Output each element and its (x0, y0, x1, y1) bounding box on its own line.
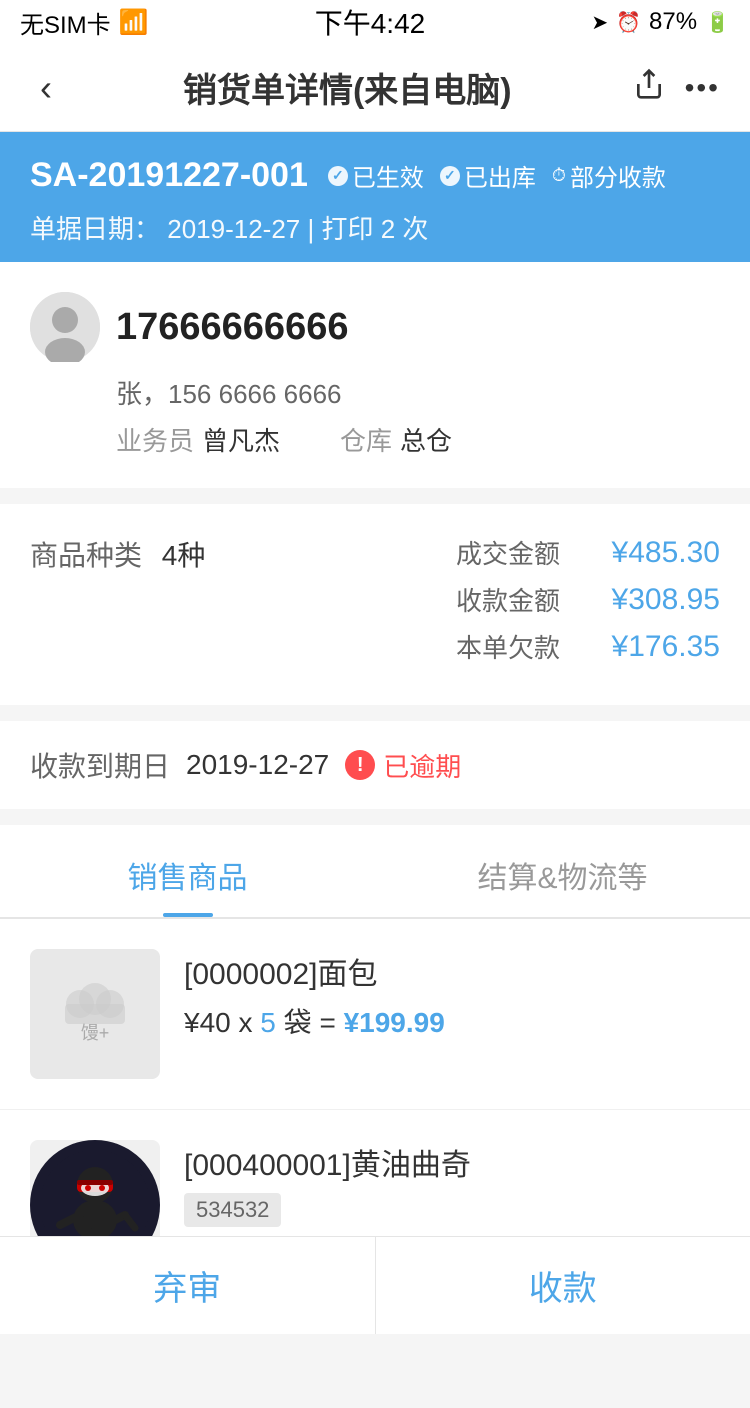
due-label: 收款到期日 (30, 745, 170, 785)
tab-settlement[interactable]: 结算&物流等 (375, 825, 750, 917)
status-bar: 无SIM卡 📶 下午4:42 ➤ ⏰ 87% 🔋 (0, 0, 750, 44)
svg-text:馒+: 馒+ (81, 1023, 110, 1043)
tag-partial-payment: ⏱ 部分收款 (552, 158, 666, 193)
tag-shipped: ✓ 已出库 (440, 158, 536, 193)
product-price-bread: ¥40 x 5 袋 = ¥199.99 (184, 1001, 720, 1041)
alarm-icon: ⏰ (616, 10, 641, 35)
tabs-section: 销售商品 结算&物流等 (0, 825, 750, 919)
product-name-bread: [0000002]面包 (184, 949, 720, 993)
product-info-bread: [0000002]面包 ¥40 x 5 袋 = ¥199.99 (184, 949, 720, 1041)
status-time: 下午4:42 (315, 2, 426, 42)
product-tag-cookie: 534532 (184, 1193, 281, 1227)
tag-effective: ✓ 已生效 (328, 158, 424, 193)
received-amount: ¥308.95 (580, 583, 720, 617)
customer-info: 业务员 曾凡杰 仓库 总仓 (116, 421, 720, 458)
deal-label: 成交金额 (456, 534, 560, 571)
customer-phone: 17666666666 (116, 306, 348, 349)
customer-name: 张，156 6666 6666 (116, 374, 720, 411)
shipped-check-icon: ✓ (440, 166, 460, 186)
due-date: 2019-12-27 (186, 749, 329, 781)
banner-date-row: 单据日期： 2019-12-27 | 打印 2 次 (30, 209, 720, 246)
due-section: 收款到期日 2019-12-27 ! 已逾期 (0, 721, 750, 809)
warehouse-info: 仓库 总仓 (340, 421, 452, 458)
stats-section: 商品种类 4种 成交金额 ¥485.30 收款金额 ¥308.95 本单欠款 ¥… (0, 504, 750, 705)
salesperson-info: 业务员 曾凡杰 (116, 421, 280, 458)
salesperson-label: 业务员 (116, 421, 194, 458)
bottom-actions: 弃审 收款 (0, 1236, 750, 1334)
share-icon[interactable] (633, 68, 665, 107)
tab-sales-products[interactable]: 销售商品 (0, 825, 375, 917)
cancel-review-button[interactable]: 弃审 (0, 1237, 376, 1334)
back-button[interactable]: ‹ (30, 57, 62, 119)
debt-amount: ¥176.35 (580, 630, 720, 664)
page-title: 销货单详情(来自电脑) (183, 63, 512, 112)
deal-amount: ¥485.30 (580, 536, 720, 570)
types-label: 商品种类 (30, 540, 142, 571)
debt-amount-row: 本单欠款 ¥176.35 (456, 628, 720, 665)
clock-icon: ⏱ (552, 165, 566, 186)
wifi-icon: 📶 (119, 8, 149, 37)
header-banner: SA-20191227-001 ✓ 已生效 ✓ 已出库 ⏱ 部分收款 单据日期：… (0, 132, 750, 262)
stats-left: 商品种类 4种 (30, 534, 205, 578)
product-total-bread: ¥199.99 (344, 1007, 445, 1038)
product-image-bread: 馒+ (30, 949, 160, 1079)
collect-payment-button[interactable]: 收款 (376, 1237, 750, 1334)
more-icon[interactable]: ••• (685, 72, 720, 104)
banner-tags: ✓ 已生效 ✓ 已出库 ⏱ 部分收款 (328, 158, 666, 193)
banner-row1: SA-20191227-001 ✓ 已生效 ✓ 已出库 ⏱ 部分收款 (30, 156, 720, 195)
types-value: 4种 (162, 540, 206, 571)
status-right: ➤ ⏰ 87% 🔋 (591, 8, 730, 36)
tabs-row: 销售商品 结算&物流等 (0, 825, 750, 919)
product-types-row: 商品种类 4种 (30, 534, 205, 574)
overdue-label: 已逾期 (383, 747, 461, 784)
effective-check-icon: ✓ (328, 166, 348, 186)
customer-section: 17666666666 张，156 6666 6666 业务员 曾凡杰 仓库 总… (0, 262, 750, 488)
overdue-icon: ! (345, 750, 375, 780)
deal-amount-row: 成交金额 ¥485.30 (456, 534, 720, 571)
product-qty-bread: 5 (260, 1007, 276, 1038)
avatar (30, 292, 100, 362)
customer-header: 17666666666 (30, 292, 720, 362)
status-left: 无SIM卡 📶 (20, 5, 149, 40)
carrier-label: 无SIM卡 (20, 5, 111, 40)
received-label: 收款金额 (456, 581, 560, 618)
stats-right: 成交金额 ¥485.30 收款金额 ¥308.95 本单欠款 ¥176.35 (456, 534, 720, 675)
order-id: SA-20191227-001 (30, 156, 308, 195)
battery-label: 87% (649, 8, 697, 36)
warehouse-label: 仓库 (340, 421, 392, 458)
overdue-badge: ! 已逾期 (345, 747, 461, 784)
salesperson-value: 曾凡杰 (202, 421, 280, 458)
received-amount-row: 收款金额 ¥308.95 (456, 581, 720, 618)
warehouse-value: 总仓 (400, 421, 452, 458)
product-name-cookie: [000400001]黄油曲奇 (184, 1140, 720, 1184)
product-item: 馒+ [0000002]面包 ¥40 x 5 袋 = ¥199.99 (0, 919, 750, 1110)
location-icon: ➤ (591, 10, 608, 35)
nav-bar: ‹ 销货单详情(来自电脑) ••• (0, 44, 750, 132)
battery-icon: 🔋 (705, 10, 730, 35)
nav-actions: ••• (633, 68, 720, 107)
debt-label: 本单欠款 (456, 628, 560, 665)
